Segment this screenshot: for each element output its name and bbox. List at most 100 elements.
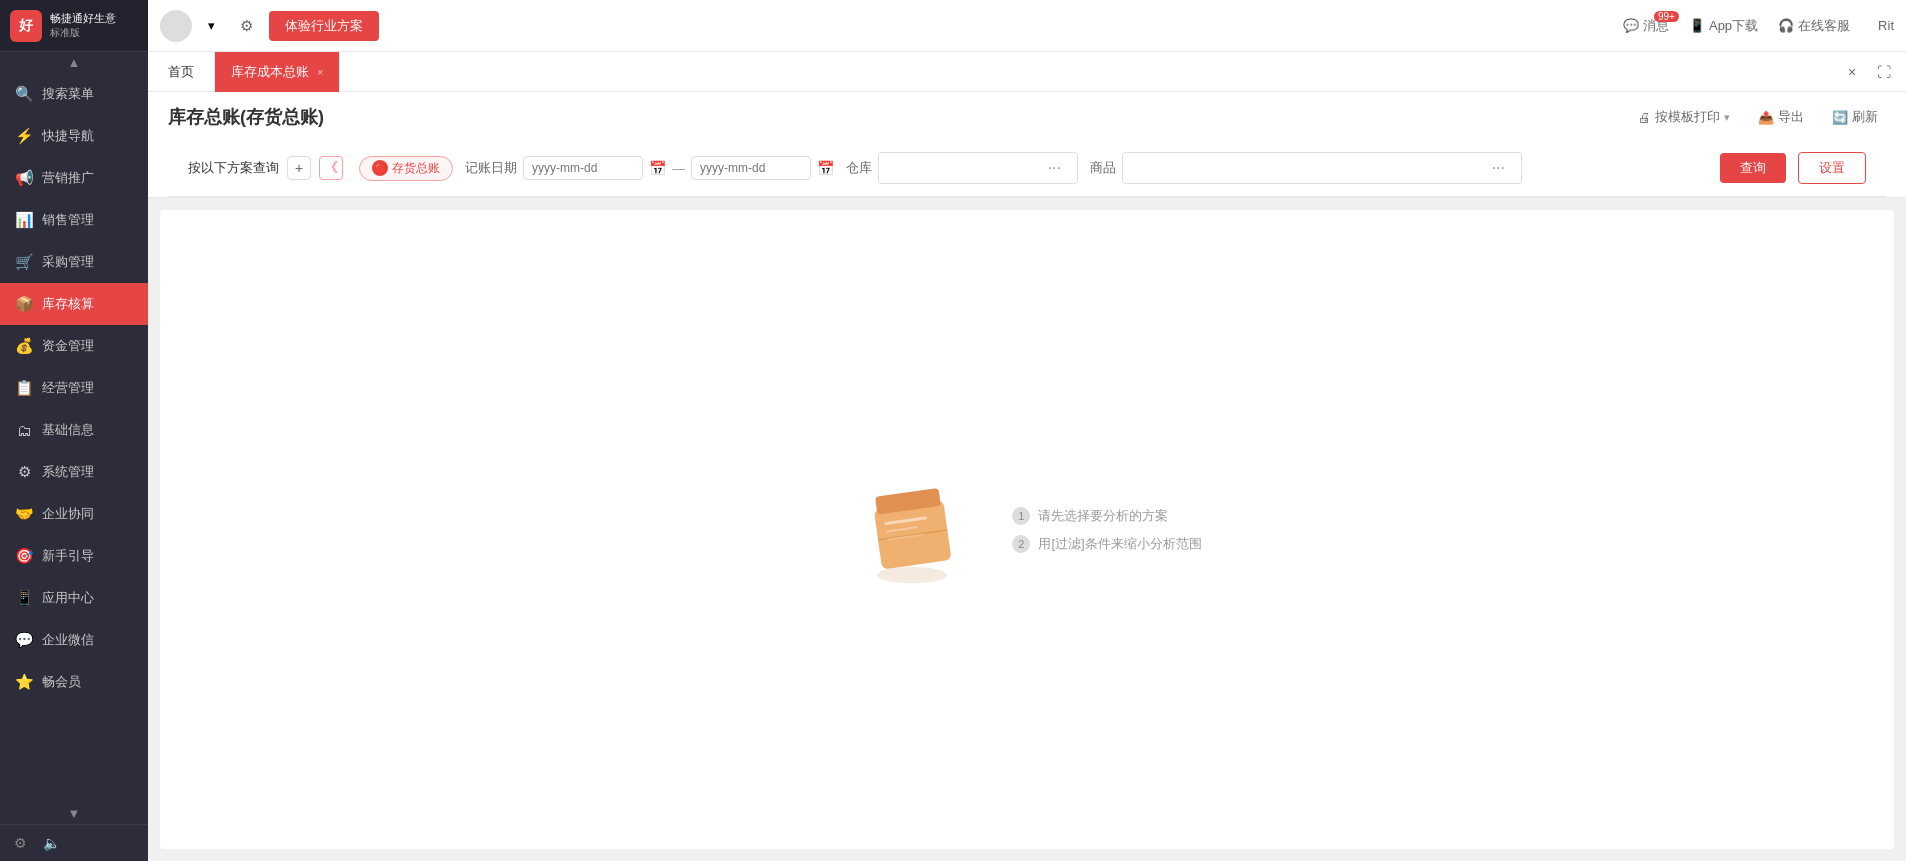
sidebar-item-label: 畅会员 <box>42 673 81 691</box>
sidebar-item-finance[interactable]: 💰 资金管理 <box>0 325 148 367</box>
system-icon: ⚙ <box>14 462 34 482</box>
sidebar-item-label: 采购管理 <box>42 253 94 271</box>
sidebar-item-newguide[interactable]: 🎯 新手引导 <box>0 535 148 577</box>
refresh-label: 刷新 <box>1852 108 1878 126</box>
sidebar-item-label: 库存核算 <box>42 295 94 313</box>
coop-icon: 🤝 <box>14 504 34 524</box>
goods-select[interactable]: ··· <box>1122 152 1522 184</box>
date-filter-group: 记账日期 📅 — 📅 <box>465 156 834 180</box>
settings-button[interactable]: 设置 <box>1798 152 1866 184</box>
headset-icon: 🎧 <box>1778 18 1794 33</box>
finance-icon: 💰 <box>14 336 34 356</box>
tabs-right-controls: × ⛶ <box>1838 58 1906 86</box>
sidebar-item-label: 经营管理 <box>42 379 94 397</box>
sidebar-item-sales[interactable]: 📊 销售管理 <box>0 199 148 241</box>
step-1-num: 1 <box>1012 507 1030 525</box>
tab-close-panel-btn[interactable]: × <box>1838 58 1866 86</box>
expand-icon: ⛶ <box>1877 64 1891 80</box>
sidebar-item-label: 系统管理 <box>42 463 94 481</box>
user-dropdown[interactable]: ▾ <box>200 14 223 37</box>
topbar-user <box>160 10 192 42</box>
date-start-input[interactable] <box>523 156 643 180</box>
corpwx-icon: 💬 <box>14 630 34 650</box>
empty-text-container: 1 请先选择要分析的方案 2 用[过滤]条件来缩小分析范围 <box>1012 507 1201 553</box>
sidebar-item-corpwx[interactable]: 💬 企业微信 <box>0 619 148 661</box>
print-icon: 🖨 <box>1638 110 1651 125</box>
topbar-right: 💬 消息 99+ 📱 App下载 🎧 在线客服 Rit <box>1623 17 1894 35</box>
search-icon: 🔍 <box>14 84 34 104</box>
tab-inventory-ledger[interactable]: 库存成本总账 × <box>215 52 340 92</box>
sidebar-item-label: 应用中心 <box>42 589 94 607</box>
sales-icon: 📊 <box>14 210 34 230</box>
tab-close-btn[interactable]: × <box>317 66 323 78</box>
warehouse-select[interactable]: ··· <box>878 152 1078 184</box>
sidebar-scroll-up[interactable]: ▲ <box>0 52 148 73</box>
marketing-icon: 📢 <box>14 168 34 188</box>
filter-collapse-btn[interactable]: 《 <box>319 156 343 180</box>
topbar-message[interactable]: 💬 消息 99+ <box>1623 17 1669 35</box>
tab-label: 库存成本总账 <box>231 63 309 81</box>
appcenter-icon: 📱 <box>14 588 34 608</box>
svg-point-0 <box>877 567 947 583</box>
empty-step-1: 1 请先选择要分析的方案 <box>1012 507 1201 525</box>
sidebar-settings-btn[interactable]: ⚙ <box>14 835 27 851</box>
sidebar-item-label: 搜索菜单 <box>42 85 94 103</box>
filter-add-btn[interactable]: + <box>287 156 311 180</box>
member-icon: ⭐ <box>14 672 34 692</box>
scheme-tag-label: 存货总账 <box>392 160 440 177</box>
message-icon: 💬 <box>1623 18 1639 33</box>
username-text: Rit <box>1878 18 1894 33</box>
calendar-end-icon[interactable]: 📅 <box>817 160 834 176</box>
refresh-icon: 🔄 <box>1832 110 1848 125</box>
sidebar-item-search[interactable]: 🔍 搜索菜单 <box>0 73 148 115</box>
sidebar-item-basics[interactable]: 🗂 基础信息 <box>0 409 148 451</box>
tab-home[interactable]: 首页 <box>148 52 215 92</box>
industry-btn[interactable]: 体验行业方案 <box>269 11 379 41</box>
date-filter-label: 记账日期 <box>465 159 517 177</box>
calendar-start-icon[interactable]: 📅 <box>649 160 666 176</box>
sidebar-item-system[interactable]: ⚙ 系统管理 <box>0 451 148 493</box>
app-logo-text: 畅捷通好生意 标准版 <box>50 11 116 40</box>
sidebar-item-operations[interactable]: 📋 经营管理 <box>0 367 148 409</box>
chevron-down-icon: ▾ <box>208 18 215 33</box>
warehouse-filter-group: 仓库 ··· <box>846 152 1078 184</box>
sidebar-item-label: 营销推广 <box>42 169 94 187</box>
sidebar: 好 畅捷通好生意 标准版 ▲ 🔍 搜索菜单 ⚡ 快捷导航 📢 营销推广 📊 销售… <box>0 0 148 861</box>
tab-home-label: 首页 <box>168 63 194 81</box>
filter-row: 按以下方案查询 + 《 🔴 存货总账 记账日期 📅 — 📅 <box>168 142 1886 197</box>
tab-expand-btn[interactable]: ⛶ <box>1870 58 1898 86</box>
app-download-label: App下载 <box>1709 17 1758 35</box>
sidebar-item-quicknav[interactable]: ⚡ 快捷导航 <box>0 115 148 157</box>
sidebar-scroll-down[interactable]: ▼ <box>0 803 148 824</box>
sidebar-item-marketing[interactable]: 📢 营销推广 <box>0 157 148 199</box>
newguide-icon: 🎯 <box>14 546 34 566</box>
scheme-tag[interactable]: 🔴 存货总账 <box>359 156 453 181</box>
query-button[interactable]: 查询 <box>1720 153 1786 183</box>
close-icon: × <box>1848 64 1856 80</box>
sidebar-audio-btn[interactable]: 🔈 <box>43 835 60 851</box>
export-btn[interactable]: 📤 导出 <box>1750 104 1812 130</box>
goods-more-icon[interactable]: ··· <box>1486 157 1511 179</box>
sidebar-item-coop[interactable]: 🤝 企业协同 <box>0 493 148 535</box>
warehouse-more-icon[interactable]: ··· <box>1042 157 1067 179</box>
print-btn[interactable]: 🖨 按模板打印 ▾ <box>1630 104 1738 130</box>
sidebar-item-purchase[interactable]: 🛒 采购管理 <box>0 241 148 283</box>
inventory-icon: 📦 <box>14 294 34 314</box>
topbar-username[interactable]: Rit <box>1878 18 1894 33</box>
sidebar-item-label: 企业协同 <box>42 505 94 523</box>
online-service-label: 在线客服 <box>1798 17 1850 35</box>
topbar-app-download[interactable]: 📱 App下载 <box>1689 17 1758 35</box>
empty-state: 1 请先选择要分析的方案 2 用[过滤]条件来缩小分析范围 <box>160 210 1894 849</box>
basics-icon: 🗂 <box>14 420 34 440</box>
date-end-input[interactable] <box>691 156 811 180</box>
topbar-online-service[interactable]: 🎧 在线客服 <box>1778 17 1850 35</box>
page-header-actions: 🖨 按模板打印 ▾ 📤 导出 🔄 刷新 <box>1630 104 1886 130</box>
sidebar-item-appcenter[interactable]: 📱 应用中心 <box>0 577 148 619</box>
page-title-row: 库存总账(存货总账) 🖨 按模板打印 ▾ 📤 导出 🔄 刷新 <box>168 104 1886 130</box>
refresh-btn[interactable]: 🔄 刷新 <box>1824 104 1886 130</box>
sidebar-item-inventory[interactable]: 📦 库存核算 <box>0 283 148 325</box>
sidebar-item-member[interactable]: ⭐ 畅会员 <box>0 661 148 703</box>
topbar-settings-btn[interactable]: ⚙ <box>231 11 261 41</box>
empty-svg-illustration <box>852 470 972 590</box>
tabs-bar: 首页 库存成本总账 × × ⛶ <box>148 52 1906 92</box>
